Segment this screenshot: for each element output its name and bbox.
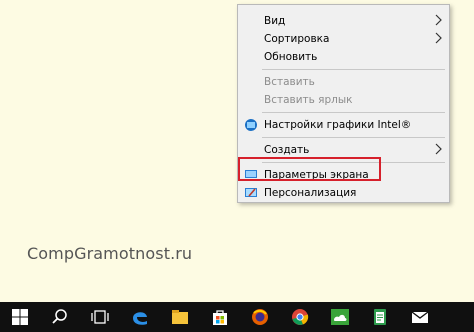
menu-item-label: Настройки графики Intel® <box>264 119 412 131</box>
menu-item-label: Создать <box>264 144 310 156</box>
mail-icon[interactable] <box>400 302 440 332</box>
notepad-icon[interactable] <box>360 302 400 332</box>
menu-item-label: Обновить <box>264 51 318 63</box>
search-icon[interactable] <box>40 302 80 332</box>
personalization-icon <box>245 188 257 197</box>
watermark-text: CompGramotnost.ru <box>27 244 193 263</box>
chrome-icon[interactable] <box>280 302 320 332</box>
menu-item-label: Вставить ярлык <box>264 94 353 106</box>
menu-item-paste-shortcut: Вставить ярлык <box>238 91 449 110</box>
chevron-right-icon <box>435 14 442 26</box>
windows-start-icon[interactable] <box>0 302 40 332</box>
menu-item-intel-graphics[interactable]: Настройки графики Intel® <box>238 116 449 135</box>
menu-item-sort[interactable]: Сортировка <box>238 30 449 49</box>
menu-item-label: Вставить <box>264 76 315 88</box>
file-explorer-icon[interactable] <box>160 302 200 332</box>
menu-item-view[interactable]: Вид <box>238 12 449 31</box>
menu-item-label: Сортировка <box>264 33 330 45</box>
store-icon[interactable] <box>200 302 240 332</box>
intel-graphics-icon <box>245 119 257 131</box>
edge-icon[interactable] <box>120 302 160 332</box>
menu-item-paste: Вставить <box>238 73 449 92</box>
menu-item-personalization[interactable]: Персонализация <box>238 184 449 203</box>
chevron-right-icon <box>435 143 442 155</box>
task-view-icon[interactable] <box>80 302 120 332</box>
menu-separator <box>262 69 445 70</box>
onedrive-icon[interactable] <box>320 302 360 332</box>
chevron-right-icon <box>435 32 442 44</box>
menu-item-refresh[interactable]: Обновить <box>238 48 449 67</box>
firefox-icon[interactable] <box>240 302 280 332</box>
menu-item-label: Вид <box>264 15 286 27</box>
taskbar <box>0 302 474 332</box>
menu-item-label: Персонализация <box>264 187 357 199</box>
menu-separator <box>262 137 445 138</box>
menu-separator <box>262 112 445 113</box>
highlight-box <box>238 157 381 181</box>
